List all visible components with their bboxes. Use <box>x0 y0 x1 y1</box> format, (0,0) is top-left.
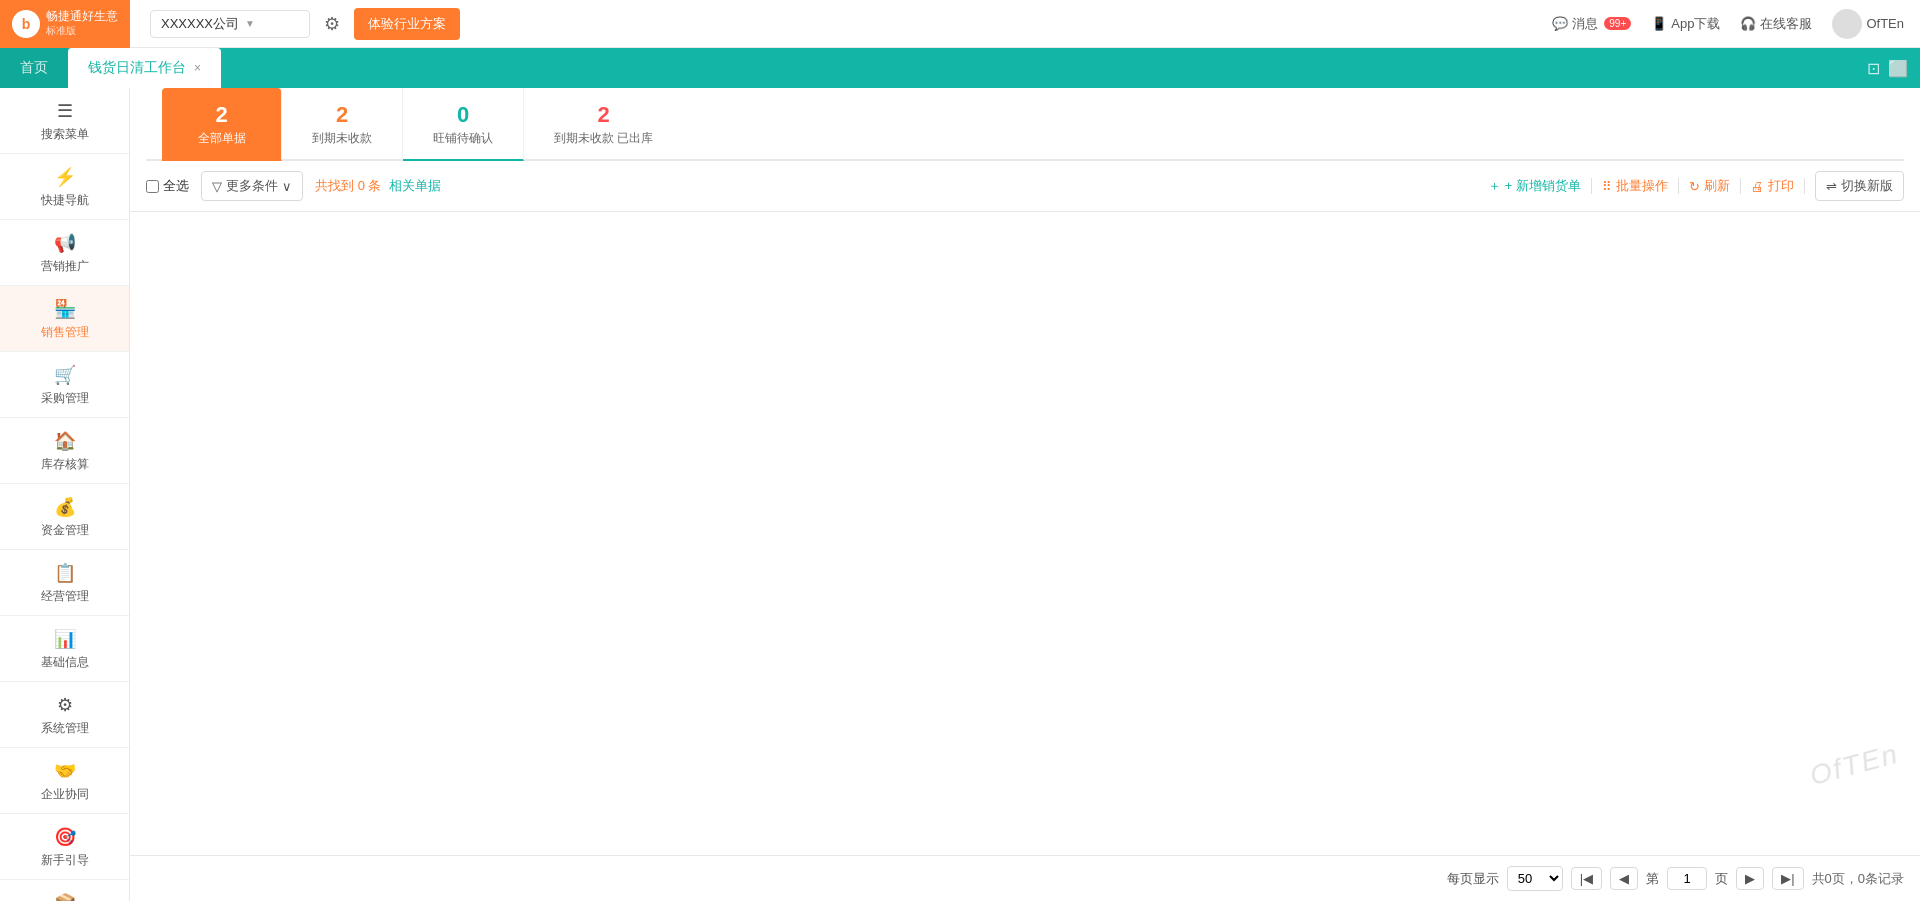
switch-icon: ⇌ <box>1826 179 1837 194</box>
sidebar-item-finance[interactable]: 💰 资金管理 <box>0 484 129 550</box>
found-count: 共找到 0 条 相关单据 <box>315 177 441 195</box>
stats-tab-unshipped[interactable]: 2 到期未收款 已出库 <box>524 88 683 161</box>
filter-icon: ▽ <box>212 179 222 194</box>
company-name: XXXXXX公司 <box>161 15 239 33</box>
refresh-button[interactable]: ↻ 刷新 <box>1689 177 1730 195</box>
top-bar-right: 💬 消息 99+ 📱 App下载 🎧 在线客服 OfTEn <box>1552 9 1904 39</box>
sidebar-item-search-menu[interactable]: ☰ 搜索菜单 <box>0 88 129 154</box>
marketing-icon: 📢 <box>54 232 76 254</box>
app-download-button[interactable]: 📱 App下载 <box>1651 15 1720 33</box>
user-name: OfTEn <box>1866 16 1904 31</box>
select-all-input[interactable] <box>146 180 159 193</box>
sidebar-item-app-center[interactable]: 📦 应用中心 <box>0 880 129 901</box>
filter-button[interactable]: ▽ 更多条件 ∨ <box>201 171 303 201</box>
sidebar-item-inventory[interactable]: 🏠 库存核算 <box>0 418 129 484</box>
purchase-icon: 🛒 <box>54 364 76 386</box>
online-service-button[interactable]: 🎧 在线客服 <box>1740 15 1812 33</box>
divider4 <box>1804 178 1805 194</box>
current-page-input[interactable] <box>1667 867 1707 890</box>
toolbar-right: ＋ + 新增销货单 ⠿ 批量操作 ↻ 刷新 🖨 打印 <box>1488 171 1904 201</box>
related-bill-link[interactable]: 相关单据 <box>389 178 441 193</box>
divider <box>1591 178 1592 194</box>
chevron-down-icon: ▼ <box>245 18 255 29</box>
home-tab[interactable]: 首页 <box>0 48 68 88</box>
inventory-icon: 🏠 <box>54 430 76 452</box>
batch-operation-button[interactable]: ⠿ 批量操作 <box>1602 177 1668 195</box>
app-version: 标准版 <box>46 24 118 38</box>
prev-page-button[interactable]: ◀ <box>1610 867 1638 890</box>
next-page-button[interactable]: ▶ <box>1736 867 1764 890</box>
message-badge: 99+ <box>1604 17 1631 30</box>
avatar <box>1832 9 1862 39</box>
stats-tab-all[interactable]: 2 全部单据 <box>162 88 282 161</box>
nav-tabs: 首页 钱货日清工作台 × ⊡ ⬜ <box>0 48 1920 88</box>
stats-tab-pending[interactable]: 0 旺铺待确认 <box>403 88 524 161</box>
tab-maximize-button[interactable]: ⬜ <box>1888 59 1908 78</box>
basic-info-icon: 📊 <box>54 628 76 650</box>
close-tab-icon[interactable]: × <box>194 61 201 75</box>
switch-version-button[interactable]: ⇌ 切换新版 <box>1815 171 1904 201</box>
search-menu-icon: ☰ <box>57 100 73 122</box>
tab-actions: ⊡ ⬜ <box>1867 59 1920 78</box>
user-avatar-area[interactable]: OfTEn <box>1832 9 1904 39</box>
main-layout: ☰ 搜索菜单 ⚡ 快捷导航 📢 营销推广 🏪 销售管理 🛒 采购管理 🏠 库存核… <box>0 88 1920 901</box>
sidebar-item-quick-nav[interactable]: ⚡ 快捷导航 <box>0 154 129 220</box>
add-sales-order-button[interactable]: ＋ + 新增销货单 <box>1488 177 1581 195</box>
app-center-icon: 📦 <box>54 892 76 901</box>
toolbar: 全选 ▽ 更多条件 ∨ 共找到 0 条 相关单据 ＋ + 新增销货单 <box>130 161 1920 212</box>
sidebar: ☰ 搜索菜单 ⚡ 快捷导航 📢 营销推广 🏪 销售管理 🛒 采购管理 🏠 库存核… <box>0 88 130 901</box>
pagination-bar: 每页显示 50 100 200 |◀ ◀ 第 页 ▶ ▶| 共0页，0条记录 <box>130 855 1920 901</box>
sidebar-item-operations[interactable]: 📋 经营管理 <box>0 550 129 616</box>
settings-button[interactable]: ⚙ <box>320 9 344 39</box>
app-name: 畅捷通好生意 <box>46 9 118 25</box>
cooperation-icon: 🤝 <box>54 760 76 782</box>
stats-tabs: 2 全部单据 2 到期未收款 0 旺铺待确认 2 到期未收款 已出库 <box>146 88 1904 161</box>
sidebar-item-guide[interactable]: 🎯 新手引导 <box>0 814 129 880</box>
sales-icon: 🏪 <box>54 298 76 320</box>
add-icon: ＋ <box>1488 177 1501 195</box>
print-button[interactable]: 🖨 打印 <box>1751 177 1794 195</box>
batch-icon: ⠿ <box>1602 179 1612 194</box>
sidebar-item-basic-info[interactable]: 📊 基础信息 <box>0 616 129 682</box>
divider3 <box>1740 178 1741 194</box>
sidebar-item-system[interactable]: ⚙ 系统管理 <box>0 682 129 748</box>
stats-tab-overdue[interactable]: 2 到期未收款 <box>282 88 403 161</box>
refresh-icon: ↻ <box>1689 179 1700 194</box>
first-page-button[interactable]: |◀ <box>1571 867 1602 890</box>
per-page-select[interactable]: 50 100 200 <box>1507 866 1563 891</box>
experience-button[interactable]: 体验行业方案 <box>354 8 460 40</box>
table-area <box>130 212 1920 855</box>
sidebar-item-purchase[interactable]: 🛒 采购管理 <box>0 352 129 418</box>
message-icon: 💬 <box>1552 16 1568 31</box>
divider2 <box>1678 178 1679 194</box>
quick-nav-icon: ⚡ <box>54 166 76 188</box>
sidebar-item-marketing[interactable]: 📢 营销推广 <box>0 220 129 286</box>
sidebar-item-sales[interactable]: 🏪 销售管理 <box>0 286 129 352</box>
tab-restore-button[interactable]: ⊡ <box>1867 59 1880 78</box>
filter-chevron-icon: ∨ <box>282 179 292 194</box>
content-area: 2 全部单据 2 到期未收款 0 旺铺待确认 2 到期未收款 已出库 <box>130 88 1920 901</box>
service-icon: 🎧 <box>1740 16 1756 31</box>
guide-icon: 🎯 <box>54 826 76 848</box>
select-all-checkbox[interactable]: 全选 <box>146 177 189 195</box>
logo-area: b 畅捷通好生意 标准版 <box>0 0 130 48</box>
top-bar: b 畅捷通好生意 标准版 XXXXXX公司 ▼ ⚙ 体验行业方案 💬 消息 99… <box>0 0 1920 48</box>
print-icon: 🖨 <box>1751 179 1764 194</box>
company-selector[interactable]: XXXXXX公司 ▼ <box>150 10 310 38</box>
stats-tabs-container: 2 全部单据 2 到期未收款 0 旺铺待确认 2 到期未收款 已出库 <box>130 88 1920 161</box>
active-tab[interactable]: 钱货日清工作台 × <box>68 48 221 88</box>
total-info: 共0页，0条记录 <box>1812 870 1904 888</box>
download-icon: 📱 <box>1651 16 1667 31</box>
last-page-button[interactable]: ▶| <box>1772 867 1803 890</box>
logo-icon: b <box>12 10 40 38</box>
message-button[interactable]: 💬 消息 99+ <box>1552 15 1631 33</box>
operations-icon: 📋 <box>54 562 76 584</box>
sidebar-item-cooperation[interactable]: 🤝 企业协同 <box>0 748 129 814</box>
system-icon: ⚙ <box>57 694 73 716</box>
finance-icon: 💰 <box>54 496 76 518</box>
